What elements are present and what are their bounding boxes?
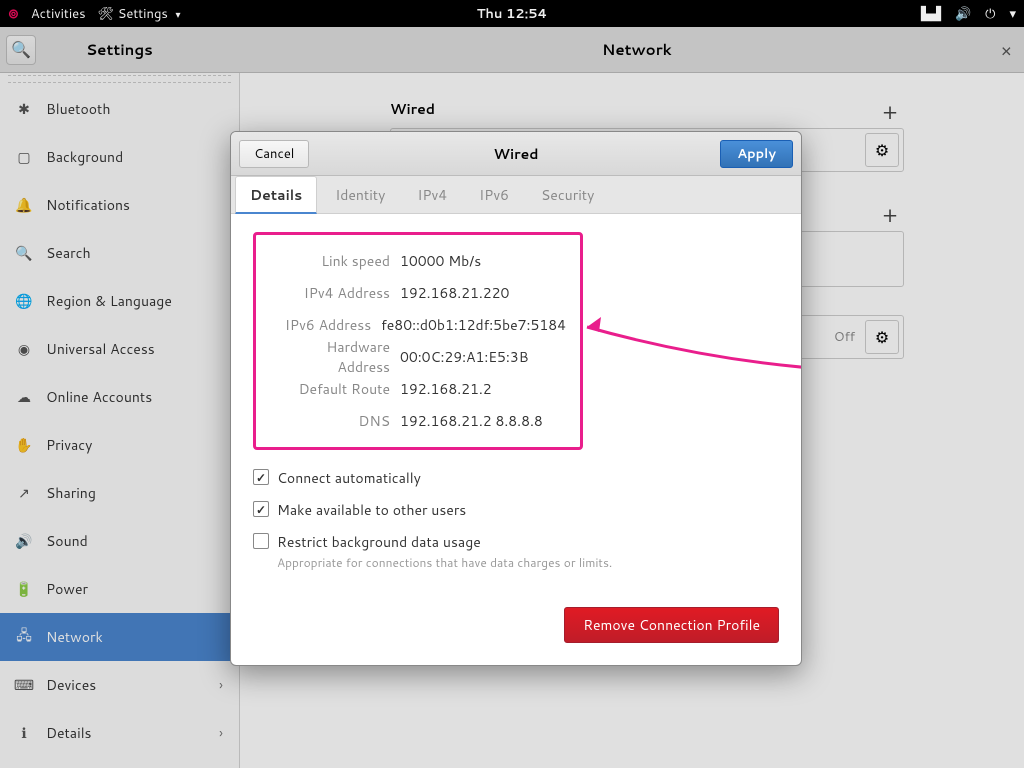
distro-logo-icon: ⊚ <box>8 5 19 23</box>
network-status-icon[interactable]: ▙▟ <box>921 5 941 23</box>
gnome-top-panel: ⊚ Activities 🛠 Settings Thu 12:54 ▙▟ 🔊 ⏻… <box>0 0 1024 27</box>
app-menu[interactable]: 🛠 Settings <box>98 5 181 23</box>
activities-button[interactable]: Activities <box>31 5 86 23</box>
detail-link-speed: Link speed10000 Mb/s <box>270 245 566 277</box>
annotation-arrow-icon <box>567 302 802 382</box>
dialog-tabs: Details Identity IPv4 IPv6 Security <box>231 176 801 214</box>
apply-button[interactable]: Apply <box>720 140 793 168</box>
dialog-headerbar: Cancel Wired Apply <box>231 132 801 176</box>
system-menu-chevron-icon[interactable]: ▾ <box>1009 5 1016 23</box>
dialog-title: Wired <box>494 144 539 164</box>
tab-ipv4[interactable]: IPv4 <box>403 176 461 213</box>
panel-clock[interactable]: Thu 12:54 <box>477 5 548 23</box>
tab-security[interactable]: Security <box>527 176 608 213</box>
dialog-body: Link speed10000 Mb/s IPv4 Address192.168… <box>231 214 801 665</box>
remove-connection-button[interactable]: Remove Connection Profile <box>564 607 779 643</box>
detail-hardware-address: Hardware Address00:0C:29:A1:E5:3B <box>270 341 566 373</box>
tab-ipv6[interactable]: IPv6 <box>465 176 523 213</box>
check-connect-automatically[interactable]: Connect automatically <box>253 468 779 488</box>
check-available-all-users[interactable]: Make available to other users <box>253 500 779 520</box>
tab-identity[interactable]: Identity <box>321 176 399 213</box>
wired-connection-dialog: Cancel Wired Apply Details Identity IPv4… <box>230 131 802 666</box>
check-restrict-background-data[interactable]: Restrict background data usage Appropria… <box>253 532 779 571</box>
restrict-subtitle: Appropriate for connections that have da… <box>277 554 612 571</box>
checkbox-icon[interactable] <box>253 533 269 549</box>
tab-details[interactable]: Details <box>235 176 317 214</box>
checkbox-icon[interactable] <box>253 501 269 517</box>
power-icon[interactable]: ⏻ <box>985 5 995 23</box>
details-highlight-box: Link speed10000 Mb/s IPv4 Address192.168… <box>253 232 583 450</box>
detail-default-route: Default Route192.168.21.2 <box>270 373 566 405</box>
detail-ipv4-address: IPv4 Address192.168.21.220 <box>270 277 566 309</box>
wrench-icon: 🛠 <box>98 5 115 23</box>
cancel-button[interactable]: Cancel <box>239 140 309 168</box>
detail-dns: DNS192.168.21.2 8.8.8.8 <box>270 405 566 437</box>
volume-icon[interactable]: 🔊 <box>955 5 971 23</box>
checkbox-icon[interactable] <box>253 469 269 485</box>
